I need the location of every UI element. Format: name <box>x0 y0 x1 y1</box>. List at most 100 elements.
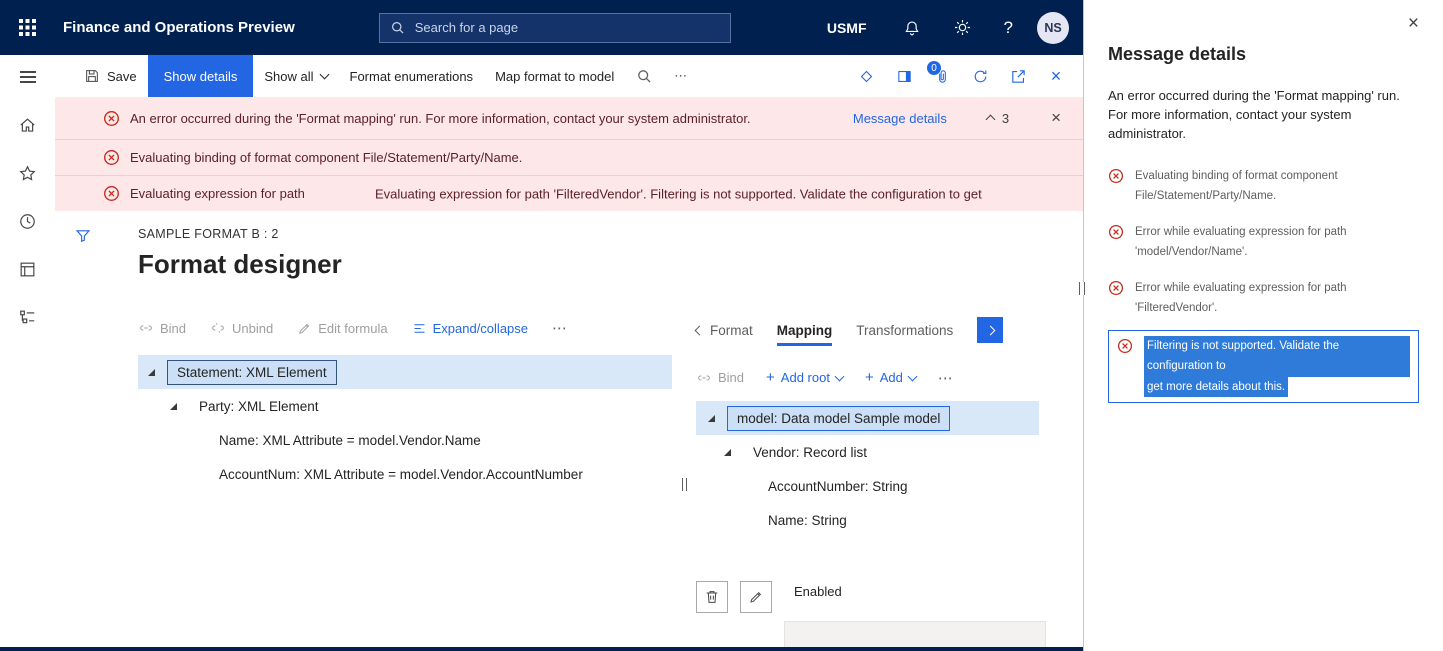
tree-row-name-string[interactable]: Name: String <box>696 503 1039 537</box>
record-caption: SAMPLE FORMAT B : 2 <box>138 227 279 241</box>
tab-transformations-label: Transformations <box>856 323 954 339</box>
top-navbar: Finance and Operations Preview USMF <box>0 0 1083 55</box>
error-detail-item[interactable]: Evaluating binding of format component F… <box>1108 166 1419 206</box>
mapping-bind-button[interactable]: Bind <box>696 370 744 386</box>
mapping-bottom-row: Enabled <box>696 581 1039 613</box>
tab-format[interactable]: Format <box>694 323 753 346</box>
error-detail-item[interactable]: Error while evaluating expression for pa… <box>1108 222 1419 262</box>
tree-row-party[interactable]: Party: XML Element <box>138 389 672 423</box>
pane-splitter <box>672 317 696 651</box>
error-circle-icon <box>1108 168 1124 184</box>
help-button[interactable]: ? <box>988 0 1029 55</box>
panel-splitter-handle[interactable] <box>1079 282 1085 295</box>
tree-node-label[interactable]: Name: String <box>758 508 857 533</box>
tree-node-label[interactable]: Name: XML Attribute = model.Vendor.Name <box>209 428 491 453</box>
map-format-to-model-button[interactable]: Map format to model <box>484 55 625 97</box>
chevron-up-icon <box>985 114 996 125</box>
company-picker-button[interactable]: USMF <box>807 0 887 55</box>
expander-icon[interactable] <box>708 414 715 422</box>
actionbar-icon-cluster: 0 × <box>851 55 1083 97</box>
sidebar-item-favorites[interactable] <box>18 163 37 183</box>
sidebar-item-forms[interactable] <box>18 259 37 279</box>
actionbar-search-button[interactable] <box>625 55 663 97</box>
open-in-new-window-button[interactable] <box>1003 61 1033 91</box>
close-icon: × <box>1407 13 1419 34</box>
detail-line-highlighted: get more details about this. <box>1144 376 1289 397</box>
sidebar-item-workspaces[interactable] <box>18 307 37 327</box>
collapse-messages-button[interactable]: 3 <box>981 110 1015 127</box>
save-button[interactable]: Save <box>73 55 148 97</box>
sidebar-item-home[interactable] <box>18 115 37 135</box>
search-icon <box>636 68 652 84</box>
close-page-button[interactable]: × <box>1041 61 1071 91</box>
tree-row-accountnumber[interactable]: AccountNumber: String <box>696 469 1039 503</box>
show-details-button[interactable]: Show details <box>147 55 254 97</box>
edit-formula-button[interactable]: Edit formula <box>297 320 388 336</box>
format-pane-more-button[interactable]: ⋯ <box>552 319 567 337</box>
tree-node-label[interactable]: AccountNumber: String <box>758 474 918 499</box>
close-icon: × <box>1051 108 1061 127</box>
tree-node-label[interactable]: Vendor: Record list <box>743 440 877 465</box>
expand-collapse-button[interactable]: Expand/collapse <box>412 321 528 336</box>
refresh-button[interactable] <box>965 61 995 91</box>
add-label: Add <box>879 370 903 386</box>
app-launcher-button[interactable] <box>0 0 55 55</box>
sidebar-item-recent[interactable] <box>18 211 37 231</box>
left-sidebar <box>0 55 55 651</box>
format-enumerations-label: Format enumerations <box>349 68 474 84</box>
pane-splitter-handle[interactable] <box>681 477 687 491</box>
delete-button[interactable] <box>696 581 728 613</box>
funnel-icon <box>74 227 92 245</box>
dismiss-messages-button[interactable]: × <box>1047 108 1065 128</box>
tab-transformations[interactable]: Transformations <box>856 323 953 346</box>
user-avatar[interactable]: NS <box>1037 11 1069 44</box>
search-input[interactable] <box>412 19 720 36</box>
more-commands-button[interactable]: ⋯ <box>663 55 698 97</box>
mapping-more-button[interactable]: ⋯ <box>938 369 953 387</box>
expand-menu-button[interactable] <box>19 67 37 87</box>
tree-row-vendor[interactable]: Vendor: Record list <box>696 435 1039 469</box>
page-title: Format designer <box>138 249 342 279</box>
home-icon <box>18 116 37 135</box>
next-tab-button[interactable] <box>977 317 1004 344</box>
detail-line: Error while evaluating expression for pa… <box>1135 282 1347 315</box>
expander-icon[interactable] <box>170 402 177 410</box>
notifications-button[interactable] <box>887 0 937 55</box>
tree-row-statement[interactable]: Statement: XML Element <box>138 355 672 390</box>
filter-button[interactable] <box>74 227 92 245</box>
settings-button[interactable] <box>937 0 988 55</box>
mapping-pane-toolbar: Bind + Add root + Add ⋯ <box>696 368 1039 387</box>
bind-button[interactable]: Bind <box>138 320 186 336</box>
tree-row-name[interactable]: Name: XML Attribute = model.Vendor.Name <box>138 423 672 457</box>
tree-node-label[interactable]: Party: XML Element <box>189 394 329 419</box>
app-title: Finance and Operations Preview <box>63 19 295 36</box>
edit-button[interactable] <box>740 581 772 613</box>
attachments-button[interactable]: 0 <box>927 61 957 91</box>
tree-row-model[interactable]: model: Data model Sample model <box>696 401 1039 435</box>
edit-formula-label: Edit formula <box>318 320 388 336</box>
unbind-button[interactable]: Unbind <box>210 320 273 336</box>
close-panel-button[interactable]: × <box>1402 12 1425 36</box>
related-info-panel-button[interactable] <box>889 61 919 91</box>
apps-button[interactable] <box>851 61 881 91</box>
message-details-link[interactable]: Message details <box>853 111 947 126</box>
tree-node-label[interactable]: model: Data model Sample model <box>727 405 951 431</box>
tree-row-accountnum[interactable]: AccountNum: XML Attribute = model.Vendor… <box>138 457 672 491</box>
show-all-dropdown[interactable]: Show all <box>253 55 338 97</box>
tree-node-label[interactable]: AccountNum: XML Attribute = model.Vendor… <box>209 462 593 487</box>
format-tree: Statement: XML Element Party: XML Elemen… <box>138 355 672 491</box>
expander-icon[interactable] <box>148 368 155 376</box>
add-root-button[interactable]: + Add root <box>766 369 845 386</box>
error-detail-item[interactable]: Error while evaluating expression for pa… <box>1108 278 1419 318</box>
tree-node-label[interactable]: Statement: XML Element <box>167 359 337 385</box>
app-root: Finance and Operations Preview USMF <box>0 0 1443 651</box>
tab-mapping[interactable]: Mapping <box>776 323 833 347</box>
help-icon: ? <box>1003 17 1013 37</box>
map-format-to-model-label: Map format to model <box>495 68 615 84</box>
bind-label: Bind <box>160 320 187 336</box>
format-enumerations-button[interactable]: Format enumerations <box>339 55 485 97</box>
error-detail-item-selected[interactable]: Filtering is not supported. Validate the… <box>1108 330 1419 403</box>
expander-icon[interactable] <box>724 448 731 456</box>
page-search-box[interactable] <box>378 12 731 43</box>
add-button[interactable]: + Add <box>865 369 918 386</box>
